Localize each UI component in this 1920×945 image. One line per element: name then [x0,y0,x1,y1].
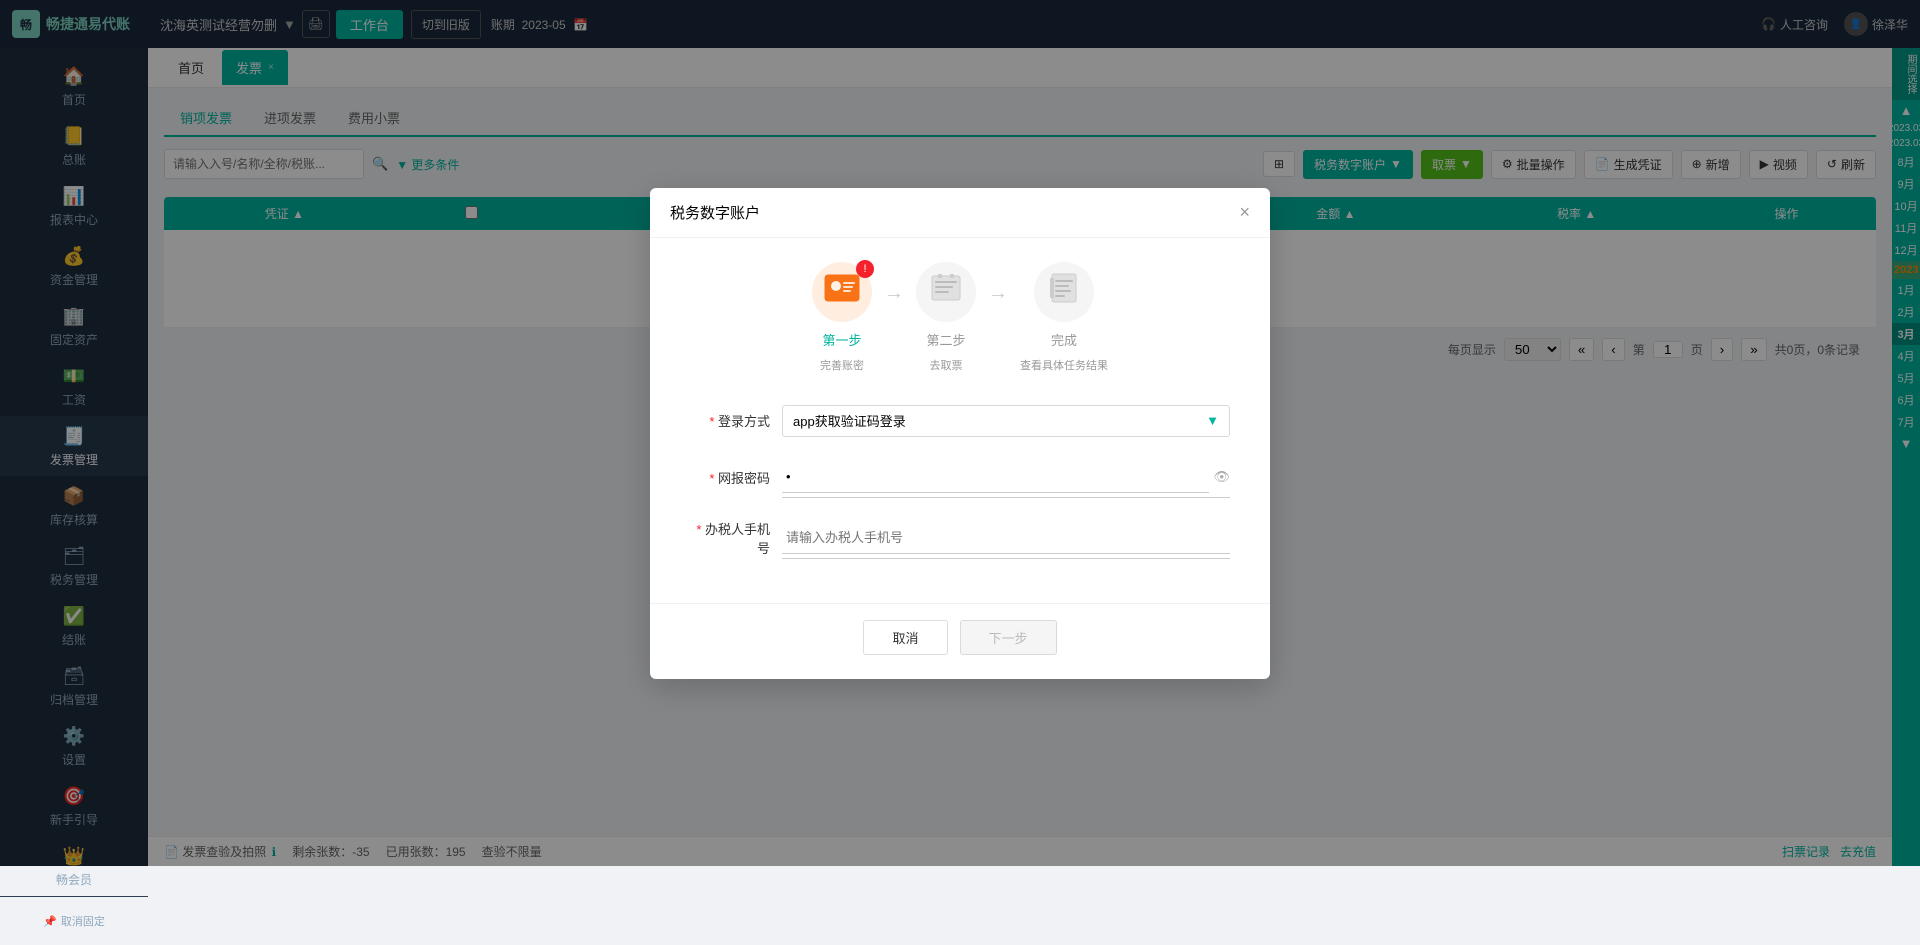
taxpayer-phone-input[interactable] [782,522,1230,554]
step-arrow-1: → [884,282,904,305]
step-1-icon [824,274,860,309]
login-method-select[interactable]: app获取验证码登录 ▼ [782,405,1230,437]
sidebar-item-label: 畅会员 [56,871,92,888]
modal-footer: 取消 下一步 [650,603,1270,679]
step-1-desc: 完善账密 [820,357,864,373]
modal-close-button[interactable]: × [1239,202,1250,223]
step-2-desc: 去取票 [930,357,963,373]
step-3-title: 完成 [1051,330,1077,349]
net-password-input[interactable] [782,461,1209,493]
step-3-icon-wrap [1034,262,1094,322]
collapse-label: 取消固定 [61,913,105,929]
modal-title: 税务数字账户 [670,202,760,223]
login-method-label: * 登录方式 [690,411,770,430]
step-arrow-2: → [988,282,1008,305]
login-method-value: app获取验证码登录 [793,411,906,430]
modal-body: ! 第一步 完善账密 → [650,238,1270,603]
net-password-input-wrap: 👁 [782,457,1230,498]
steps-indicator: ! 第一步 完善账密 → [690,262,1230,373]
step-3-desc: 查看具体任务结果 [1020,357,1108,373]
step-1-title: 第一步 [822,330,861,349]
step-3-icon [1048,272,1080,311]
sidebar-bottom: 📌 取消固定 [0,896,148,945]
step-1-error-badge: ! [856,260,874,278]
password-toggle-icon[interactable]: 👁 [1213,469,1230,485]
next-button[interactable]: 下一步 [960,620,1057,655]
cancel-button[interactable]: 取消 [863,620,947,655]
taxpayer-phone-row: * 办税人手机号 [690,518,1230,559]
taxpayer-phone-label: * 办税人手机号 [690,519,770,557]
login-method-row: * 登录方式 app获取验证码登录 ▼ [690,405,1230,437]
step-3: 完成 查看具体任务结果 [1020,262,1108,373]
step-2-icon [930,272,962,311]
modal-form: * 登录方式 app获取验证码登录 ▼ * 网报密码 [690,405,1230,559]
pin-icon: 📌 [43,915,57,928]
step-2-title: 第二步 [926,330,965,349]
step-2: 第二步 去取票 [916,262,976,373]
modal-overlay: 税务数字账户 × [0,0,1920,866]
net-password-row: * 网报密码 👁 [690,457,1230,498]
collapse-sidebar-button[interactable]: 📌 取消固定 [0,905,148,937]
step-1-icon-wrap: ! [812,262,872,322]
taxpayer-phone-input-wrap [782,518,1230,559]
select-arrow-icon: ▼ [1206,413,1219,428]
step-2-icon-wrap [916,262,976,322]
step-1: ! 第一步 完善账密 [812,262,872,373]
modal-header: 税务数字账户 × [650,188,1270,238]
net-password-label: * 网报密码 [690,468,770,487]
modal-dialog: 税务数字账户 × [650,188,1270,679]
